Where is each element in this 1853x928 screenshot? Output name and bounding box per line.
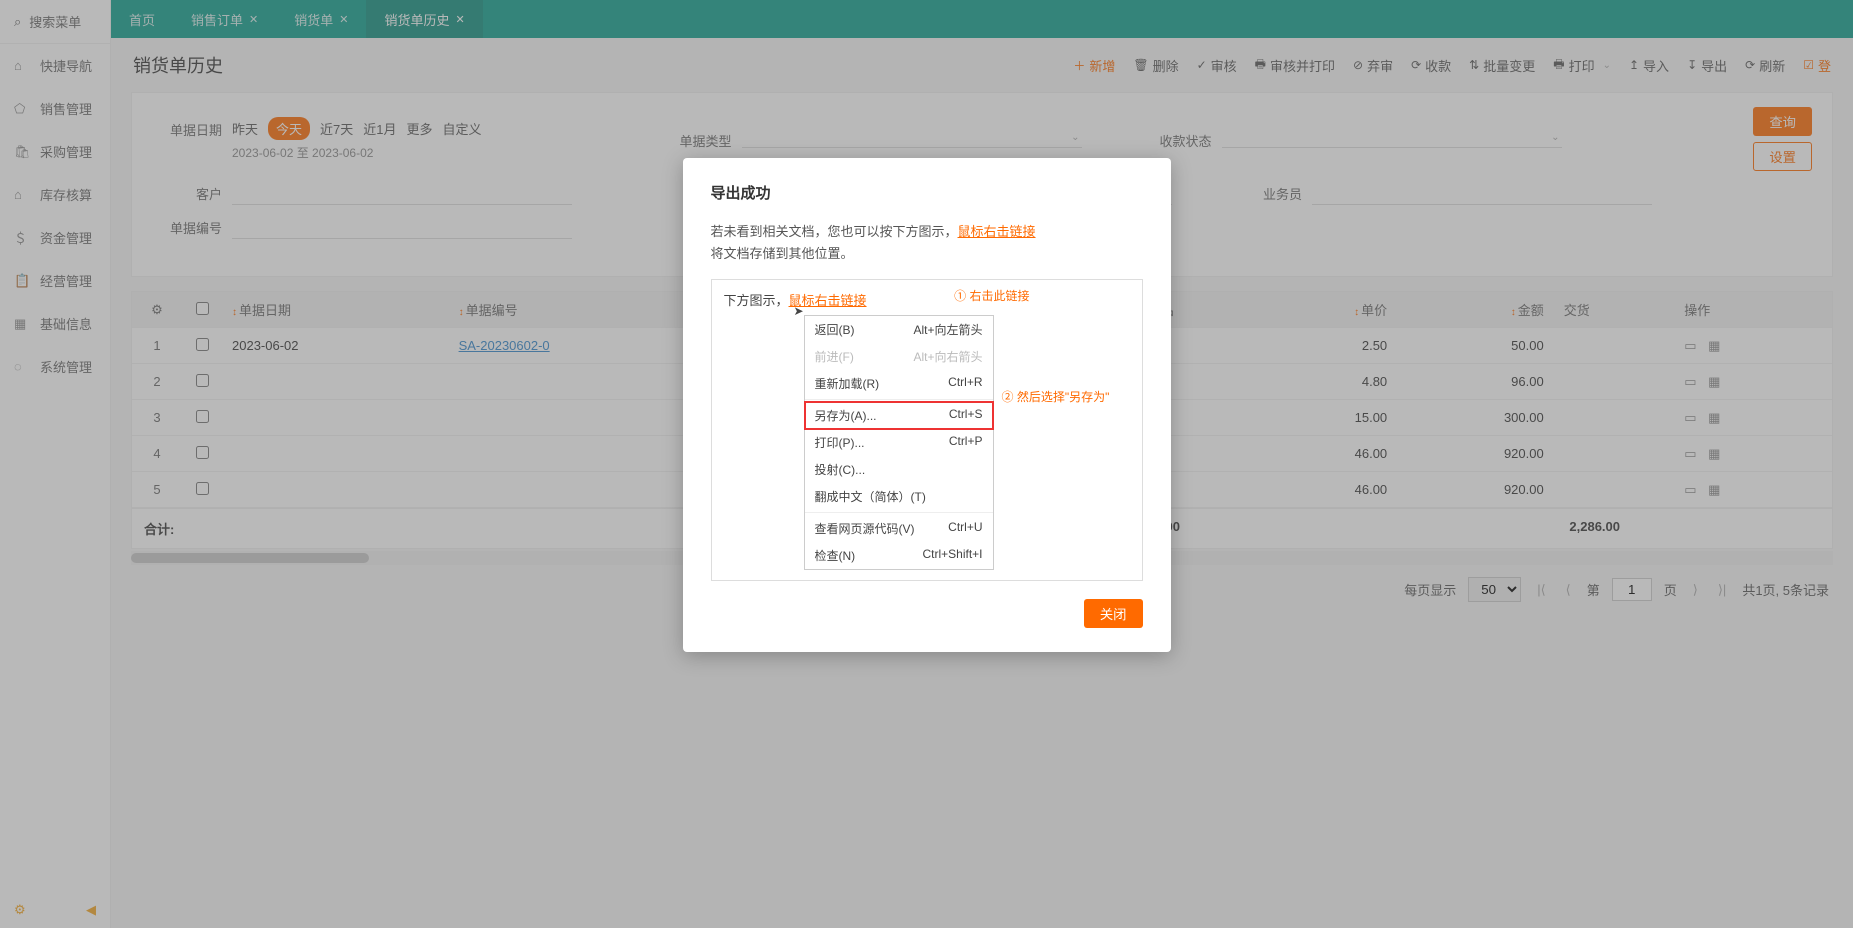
context-menu-item: 投射(C)... [805,456,993,483]
context-menu-illustration: 返回(B)Alt+向左箭头前进(F)Alt+向右箭头重新加载(R)Ctrl+R 另… [804,315,994,570]
context-menu-item: 返回(B)Alt+向左箭头 [805,316,993,343]
context-menu-item: 检查(N)Ctrl+Shift+I [805,542,993,569]
context-menu-item: 前进(F)Alt+向右箭头 [805,343,993,370]
export-success-modal: 导出成功 若未看到相关文档，您也可以按下方图示，鼠标右击链接 将文档存储到其他位… [683,158,1171,652]
modal-rightclick-link[interactable]: 鼠标右击链接 [958,224,1036,239]
context-menu-item: 翻成中文（简体）(T) [805,483,993,510]
modal-description: 若未看到相关文档，您也可以按下方图示，鼠标右击链接 将文档存储到其他位置。 [711,221,1143,265]
modal-illustration: 下方图示，鼠标右击链接 ➤ ① 右击此链接 返回(B)Alt+向左箭头前进(F)… [711,279,1143,581]
modal-title: 导出成功 [711,182,1143,203]
context-menu-item: 打印(P)...Ctrl+P [805,429,993,456]
modal-overlay[interactable]: 导出成功 若未看到相关文档，您也可以按下方图示，鼠标右击链接 将文档存储到其他位… [0,0,1853,928]
modal-close-button[interactable]: 关闭 [1084,599,1143,628]
illus-callout-2: ② 然后选择"另存为" [1002,388,1110,405]
context-menu-item: 重新加载(R)Ctrl+R [805,370,993,397]
illus-callout-1: ① 右击此链接 [954,287,1029,304]
context-menu-item: 另存为(A)...Ctrl+S [805,402,993,429]
cursor-icon: ➤ [794,304,804,318]
context-menu-item: 查看网页源代码(V)Ctrl+U [805,515,993,542]
